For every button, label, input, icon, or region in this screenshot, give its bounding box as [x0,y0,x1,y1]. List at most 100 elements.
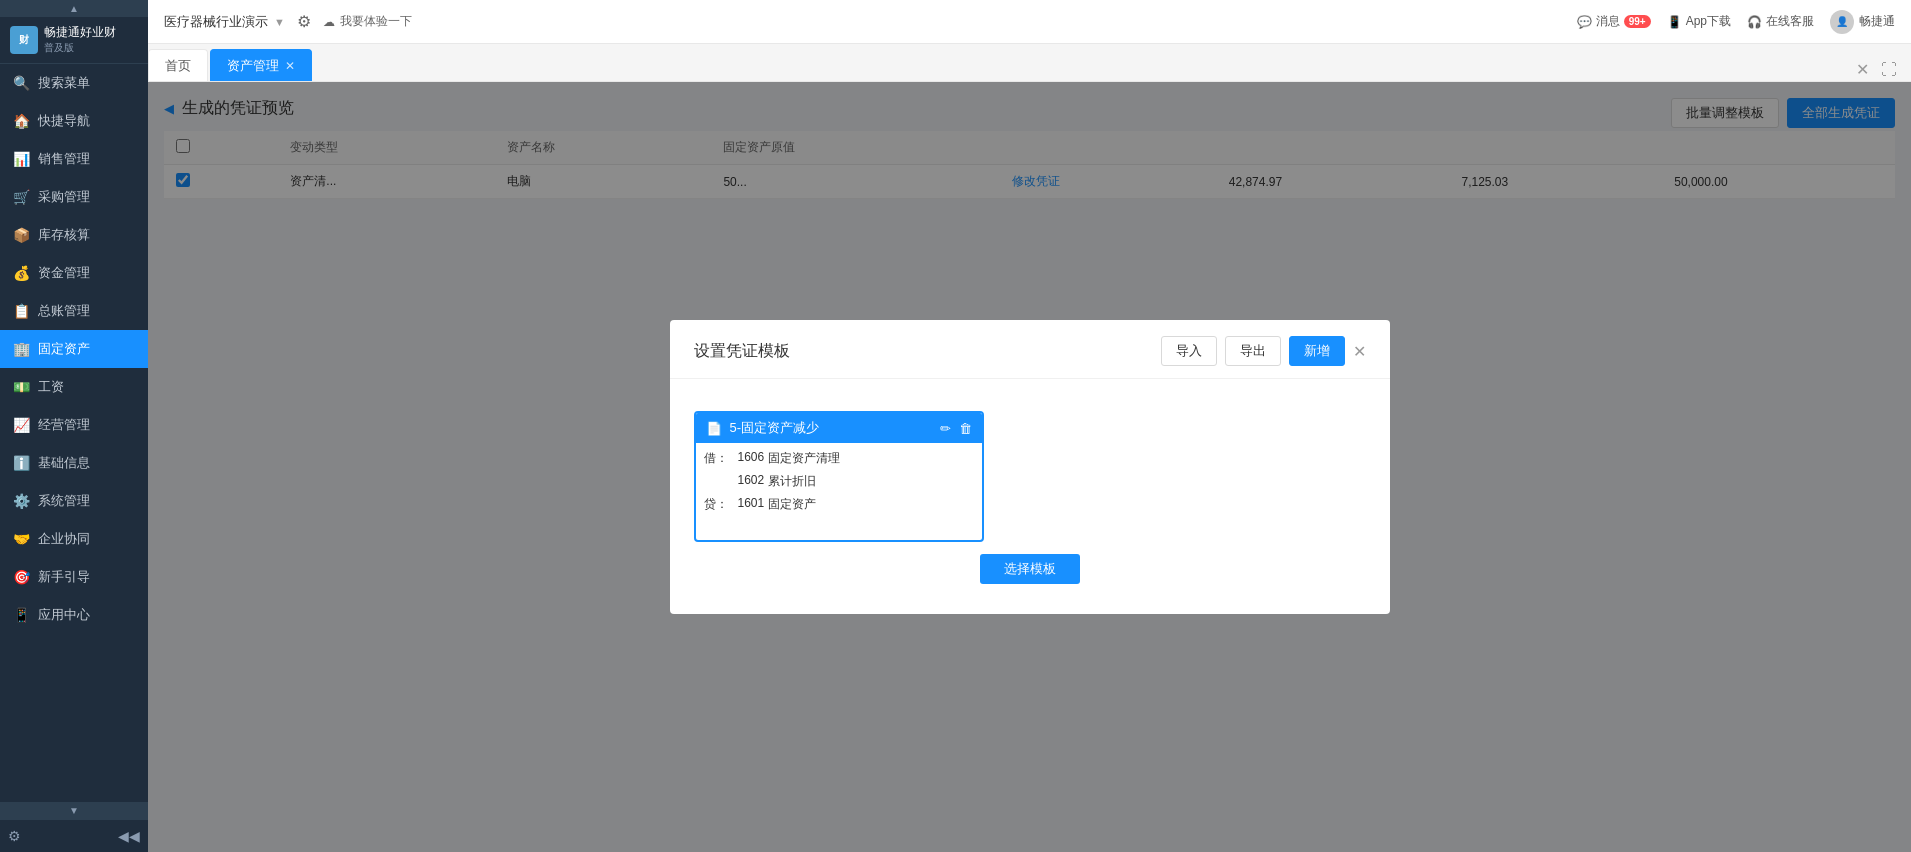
modal-body: 📄 5-固定资产减少 ✏ 🗑 借： 1606 [670,379,1390,614]
sidebar-item-ledger[interactable]: 📋 总账管理 [0,292,148,330]
logo-icon: 财 [10,26,38,54]
scroll-down-btn[interactable]: ▼ [0,802,148,819]
payroll-icon: 💵 [12,379,30,395]
new-template-btn[interactable]: 新增 [1289,336,1345,366]
modal-close-window-btn[interactable]: ✕ [1850,58,1875,81]
sidebar-item-label: 基础信息 [38,454,90,472]
sidebar-item-capital[interactable]: 💰 资金管理 [0,254,148,292]
sidebar: ▲ 财 畅捷通好业财 普及版 🔍 搜索菜单 🏠 快捷导航 📊 销售管理 🛒 [0,0,148,852]
search-icon: 🔍 [12,75,30,91]
debit-name-1: 固定资产清理 [768,450,840,467]
logo-sub: 普及版 [44,41,116,55]
sidebar-item-label: 应用中心 [38,606,90,624]
experience-text: 我要体验一下 [340,13,412,30]
tab-home[interactable]: 首页 [148,49,208,81]
newbie-icon: 🎯 [12,569,30,585]
cloud-icon: ☁ [323,15,335,29]
sidebar-item-operations[interactable]: 📈 经营管理 [0,406,148,444]
header-actions: 💬 消息 99+ 📱 App下载 🎧 在线客服 👤 畅捷通 [1577,10,1895,34]
fixed-asset-icon: 🏢 [12,341,30,357]
sidebar-item-fixed-asset[interactable]: 🏢 固定资产 [0,330,148,368]
credit-name-1: 固定资产 [768,496,816,513]
debit-label-2 [704,473,734,490]
support-label: 在线客服 [1766,13,1814,30]
company-selector[interactable]: 医疗器械行业演示 ▼ [164,13,285,31]
purchase-icon: 🛒 [12,189,30,205]
tab-asset-mgmt-label: 资产管理 [227,57,279,75]
sidebar-item-label: 工资 [38,378,64,396]
sidebar-item-label: 企业协同 [38,530,90,548]
capital-icon: 💰 [12,265,30,281]
sales-icon: 📊 [12,151,30,167]
sidebar-item-search[interactable]: 🔍 搜索菜单 [0,64,148,102]
sidebar-item-label: 系统管理 [38,492,90,510]
select-template-btn[interactable]: 选择模板 [980,554,1080,584]
export-btn[interactable]: 导出 [1225,336,1281,366]
modal-close-btn[interactable]: ✕ [1353,342,1366,361]
sidebar-bottom: ⚙ ◀◀ [0,819,148,852]
import-btn[interactable]: 导入 [1161,336,1217,366]
template-name: 5-固定资产减少 [730,419,932,437]
template-empty-row [696,516,982,536]
user-name: 畅捷通 [1859,13,1895,30]
sidebar-item-newbie[interactable]: 🎯 新手引导 [0,558,148,596]
experience-btn[interactable]: ☁ 我要体验一下 [323,13,412,30]
modal-header: 设置凭证模板 导入 导出 新增 ✕ [670,320,1390,379]
enterprise-icon: 🤝 [12,531,30,547]
template-doc-icon: 📄 [706,421,722,436]
sidebar-item-label: 固定资产 [38,340,90,358]
debit-code-2: 1602 [738,473,765,490]
template-card-header: 📄 5-固定资产减少 ✏ 🗑 [696,413,982,443]
sidebar-item-quick-nav[interactable]: 🏠 快捷导航 [0,102,148,140]
template-card-body: 借： 1606 固定资产清理 1602 累计折旧 [696,443,982,540]
app-center-icon: 📱 [12,607,30,623]
sidebar-item-basic-info[interactable]: ℹ️ 基础信息 [0,444,148,482]
sidebar-item-app-center[interactable]: 📱 应用中心 [0,596,148,634]
template-card-actions: ✏ 🗑 [940,421,972,436]
tab-asset-mgmt[interactable]: 资产管理 ✕ [210,49,312,81]
sidebar-item-label: 销售管理 [38,150,90,168]
debit-label-1: 借： [704,450,734,467]
app-download-label: App下载 [1686,13,1731,30]
online-support-btn[interactable]: 🎧 在线客服 [1747,13,1814,30]
credit-code-1: 1601 [738,496,765,513]
download-icon: 📱 [1667,15,1682,29]
basic-info-icon: ℹ️ [12,455,30,471]
sidebar-item-enterprise[interactable]: 🤝 企业协同 [0,520,148,558]
maximize-window-btn[interactable]: ⛶ [1875,59,1903,81]
app-download-btn[interactable]: 📱 App下载 [1667,13,1731,30]
sidebar-logo: 财 畅捷通好业财 普及版 [0,17,148,64]
support-icon: 🎧 [1747,15,1762,29]
sidebar-item-sales[interactable]: 📊 销售管理 [0,140,148,178]
sidebar-item-label: 采购管理 [38,188,90,206]
header-settings-icon[interactable]: ⚙ [297,12,311,31]
scroll-up-btn[interactable]: ▲ [0,0,148,17]
template-debit-row-1: 借： 1606 固定资产清理 [696,447,982,470]
sidebar-item-label: 资金管理 [38,264,90,282]
modal-overlay: 设置凭证模板 导入 导出 新增 ✕ 📄 5 [148,82,1911,852]
collapse-icon[interactable]: ◀◀ [118,828,140,844]
messages-label: 消息 [1596,13,1620,30]
sidebar-item-payroll[interactable]: 💵 工资 [0,368,148,406]
content-area: ◀ 生成的凭证预览 批量调整模板 全部生成凭证 变动类型 [148,82,1911,852]
tab-close-icon[interactable]: ✕ [285,59,295,73]
template-credit-row-1: 贷： 1601 固定资产 [696,493,982,516]
tab-home-label: 首页 [165,57,191,75]
sidebar-item-label: 搜索菜单 [38,74,90,92]
sidebar-item-label: 总账管理 [38,302,90,320]
logo-text: 畅捷通好业财 [44,25,116,41]
tabs-bar: 首页 资产管理 ✕ ✕ ⛶ [148,44,1911,82]
sidebar-item-inventory[interactable]: 📦 库存核算 [0,216,148,254]
system-icon: ⚙️ [12,493,30,509]
template-edit-icon[interactable]: ✏ [940,421,951,436]
settings-bottom-icon[interactable]: ⚙ [8,828,21,844]
main-area: 医疗器械行业演示 ▼ ⚙ ☁ 我要体验一下 💬 消息 99+ 📱 App下载 [148,0,1911,852]
sidebar-item-system[interactable]: ⚙️ 系统管理 [0,482,148,520]
sidebar-item-purchase[interactable]: 🛒 采购管理 [0,178,148,216]
messages-icon: 💬 [1577,15,1592,29]
messages-btn[interactable]: 💬 消息 99+ [1577,13,1651,30]
sidebar-item-label: 新手引导 [38,568,90,586]
template-delete-icon[interactable]: 🗑 [959,421,972,436]
sidebar-item-label: 经营管理 [38,416,90,434]
user-btn[interactable]: 👤 畅捷通 [1830,10,1895,34]
